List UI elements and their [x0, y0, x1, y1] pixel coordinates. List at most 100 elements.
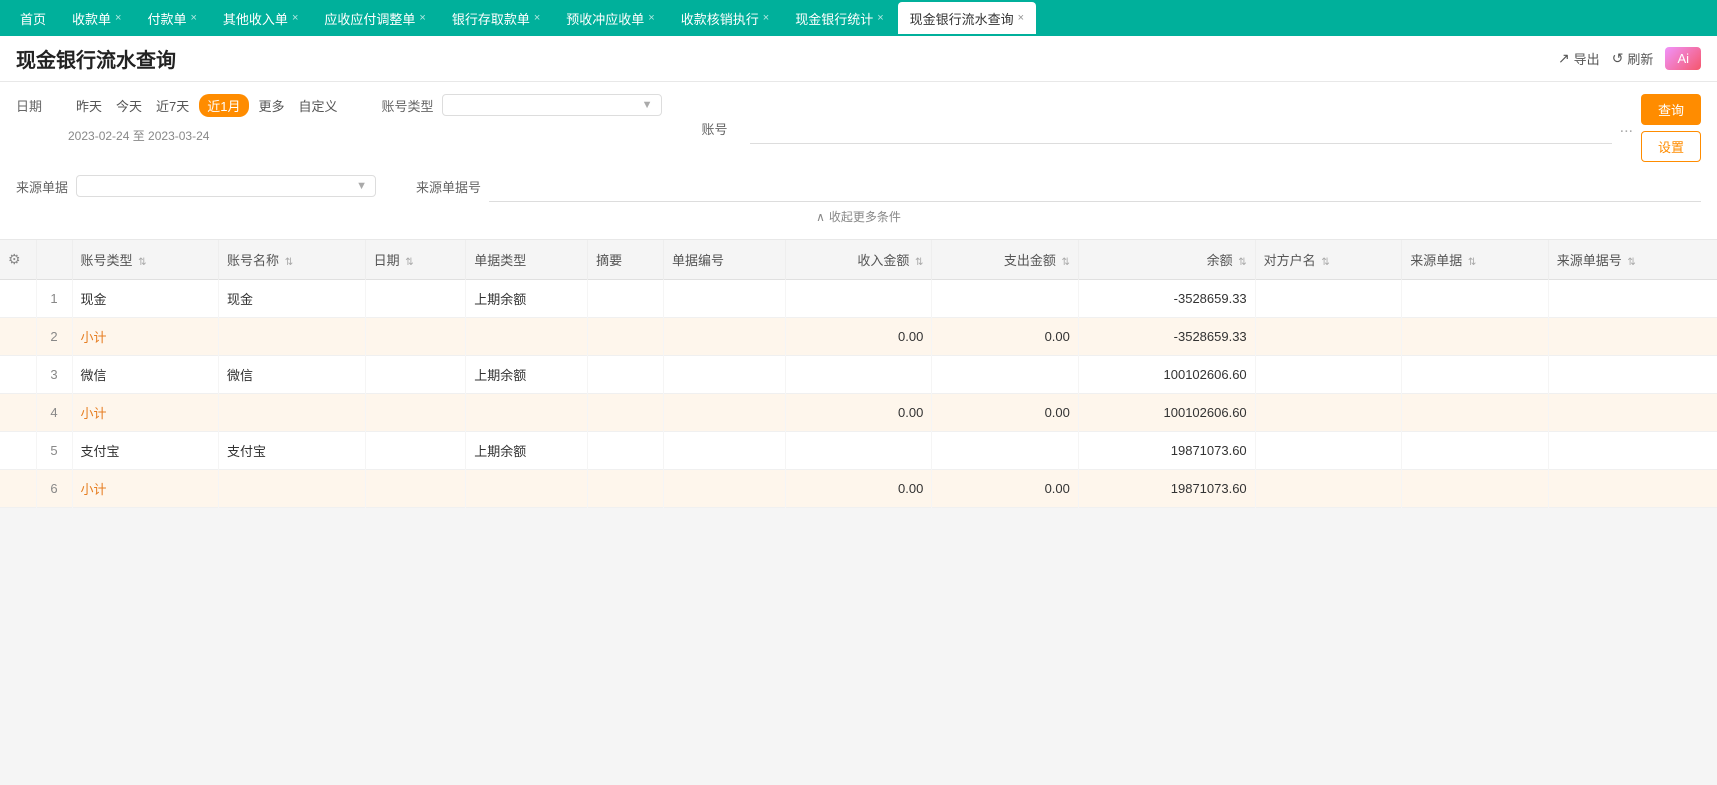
- sort-icon-counterparty: ⇅: [1321, 257, 1329, 268]
- gear-icon[interactable]: ⚙: [8, 251, 21, 267]
- cell-expense-3: 0.00: [932, 394, 1079, 432]
- cell-doc-no-5: [663, 470, 785, 508]
- col-source-doc[interactable]: 来源单据 ⇅: [1402, 240, 1549, 280]
- nav-tab-8[interactable]: 现金银行流水查询 ×: [898, 2, 1036, 34]
- cell-income-4: [785, 432, 932, 470]
- cell-account-type-2: 微信: [72, 356, 219, 394]
- cell-balance-0: -3528659.33: [1078, 280, 1255, 318]
- col-counterparty[interactable]: 对方户名 ⇅: [1255, 240, 1402, 280]
- account-type-label: 账号类型: [382, 96, 434, 115]
- sort-icon-expense: ⇅: [1062, 257, 1070, 268]
- query-button[interactable]: 查询: [1641, 94, 1701, 125]
- date-opt-7days[interactable]: 近7天: [152, 94, 193, 117]
- table-row[interactable]: 5 支付宝 支付宝 上期余额 19871073.60: [0, 432, 1717, 470]
- table-row[interactable]: 2 小计 0.00 0.00 -3528659.33: [0, 318, 1717, 356]
- settings-button[interactable]: 设置: [1641, 131, 1701, 162]
- close-icon-5[interactable]: ×: [648, 12, 654, 24]
- close-icon-7[interactable]: ×: [877, 12, 883, 24]
- close-icon-4[interactable]: ×: [534, 12, 540, 24]
- col-income[interactable]: 收入金额 ⇅: [785, 240, 932, 280]
- account-dots-button[interactable]: ...: [1620, 119, 1633, 137]
- cell-summary-0: [588, 280, 664, 318]
- cell-num-0: 1: [36, 280, 72, 318]
- cell-doc-no-2: [663, 356, 785, 394]
- date-opt-today[interactable]: 今天: [112, 94, 146, 117]
- sort-icon-income: ⇅: [915, 257, 923, 268]
- cell-counterparty-1: [1255, 318, 1402, 356]
- cell-date-4: [365, 432, 466, 470]
- table-row[interactable]: 3 微信 微信 上期余额 100102606.60: [0, 356, 1717, 394]
- date-opt-1month[interactable]: 近1月: [199, 94, 248, 117]
- cell-doc-type-2: 上期余额: [466, 356, 588, 394]
- nav-tab-1[interactable]: 付款单 ×: [135, 2, 208, 34]
- col-source-doc-no[interactable]: 来源单据号 ⇅: [1548, 240, 1717, 280]
- cell-summary-2: [588, 356, 664, 394]
- data-table: ⚙ 账号类型 ⇅ 账号名称 ⇅ 日期 ⇅ 单据类型: [0, 240, 1717, 508]
- close-icon-0[interactable]: ×: [115, 12, 121, 24]
- col-date[interactable]: 日期 ⇅: [365, 240, 466, 280]
- cell-account-type-3: 小计: [72, 394, 219, 432]
- date-opt-yesterday[interactable]: 昨天: [72, 94, 106, 117]
- cell-account-name-3: [219, 394, 366, 432]
- table-row[interactable]: 1 现金 现金 上期余额 -3528659.33: [0, 280, 1717, 318]
- table-row[interactable]: 6 小计 0.00 0.00 19871073.60: [0, 470, 1717, 508]
- nav-tab-2[interactable]: 其他收入单 ×: [211, 2, 310, 34]
- col-counterparty-label: 对方户名: [1264, 253, 1316, 268]
- col-summary: 摘要: [588, 240, 664, 280]
- nav-tab-6[interactable]: 收款核销执行 ×: [669, 2, 781, 34]
- col-date-label: 日期: [374, 253, 400, 268]
- account-input[interactable]: [750, 116, 1612, 139]
- export-label: 导出: [1574, 49, 1600, 68]
- cell-summary-1: [588, 318, 664, 356]
- nav-tab-label-5: 预收冲应收单: [566, 9, 644, 28]
- cell-income-0: [785, 280, 932, 318]
- cell-source-doc-no-1: [1548, 318, 1717, 356]
- col-balance-label: 余额: [1207, 253, 1233, 268]
- cell-num-3: 4: [36, 394, 72, 432]
- table-row[interactable]: 4 小计 0.00 0.00 100102606.60: [0, 394, 1717, 432]
- close-icon-6[interactable]: ×: [763, 12, 769, 24]
- nav-tab-3[interactable]: 应收应付调整单 ×: [312, 2, 437, 34]
- cell-balance-5: 19871073.60: [1078, 470, 1255, 508]
- col-gear: ⚙: [0, 240, 36, 280]
- cell-income-2: [785, 356, 932, 394]
- date-opt-custom[interactable]: 自定义: [295, 94, 342, 117]
- col-account-name[interactable]: 账号名称 ⇅: [219, 240, 366, 280]
- filter-area: 日期 昨天 今天 近7天 近1月 更多 自定义 2023-02-24 至 202…: [0, 82, 1717, 240]
- nav-tab-0[interactable]: 收款单 ×: [60, 2, 133, 34]
- collapse-bar[interactable]: ∧ 收起更多条件: [16, 202, 1701, 227]
- nav-tab-label-3: 应收应付调整单: [324, 9, 415, 28]
- col-expense[interactable]: 支出金额 ⇅: [932, 240, 1079, 280]
- close-icon-1[interactable]: ×: [190, 12, 196, 24]
- nav-home[interactable]: 首页: [8, 2, 58, 34]
- date-opt-more[interactable]: 更多: [255, 94, 289, 117]
- ai-button[interactable]: Ai: [1665, 47, 1701, 70]
- cell-source-doc-2: [1402, 356, 1549, 394]
- col-account-type[interactable]: 账号类型 ⇅: [72, 240, 219, 280]
- nav-tab-7[interactable]: 现金银行统计 ×: [783, 2, 895, 34]
- cell-gear-4: [0, 432, 36, 470]
- cell-account-type-5: 小计: [72, 470, 219, 508]
- source-doc-no-input[interactable]: [489, 174, 1701, 197]
- sort-icon-balance: ⇅: [1238, 257, 1246, 268]
- export-button[interactable]: ↗ 导出: [1558, 49, 1600, 68]
- cell-source-doc-no-4: [1548, 432, 1717, 470]
- close-icon-2[interactable]: ×: [292, 12, 298, 24]
- account-type-select[interactable]: ▼: [442, 94, 662, 116]
- nav-tab-5[interactable]: 预收冲应收单 ×: [554, 2, 666, 34]
- close-icon-8[interactable]: ×: [1018, 12, 1024, 24]
- col-balance[interactable]: 余额 ⇅: [1078, 240, 1255, 280]
- cell-account-type-1: 小计: [72, 318, 219, 356]
- cell-source-doc-no-2: [1548, 356, 1717, 394]
- source-doc-select[interactable]: ▼: [76, 175, 376, 197]
- nav-tab-label-2: 其他收入单: [223, 9, 288, 28]
- cell-counterparty-4: [1255, 432, 1402, 470]
- cell-date-1: [365, 318, 466, 356]
- refresh-button[interactable]: ↺ 刷新: [1612, 49, 1654, 68]
- close-icon-3[interactable]: ×: [419, 12, 425, 24]
- sort-icon-account-type: ⇅: [138, 257, 146, 268]
- cell-counterparty-5: [1255, 470, 1402, 508]
- cell-account-name-2: 微信: [219, 356, 366, 394]
- nav-tab-4[interactable]: 银行存取款单 ×: [440, 2, 552, 34]
- col-account-type-label: 账号类型: [81, 253, 133, 268]
